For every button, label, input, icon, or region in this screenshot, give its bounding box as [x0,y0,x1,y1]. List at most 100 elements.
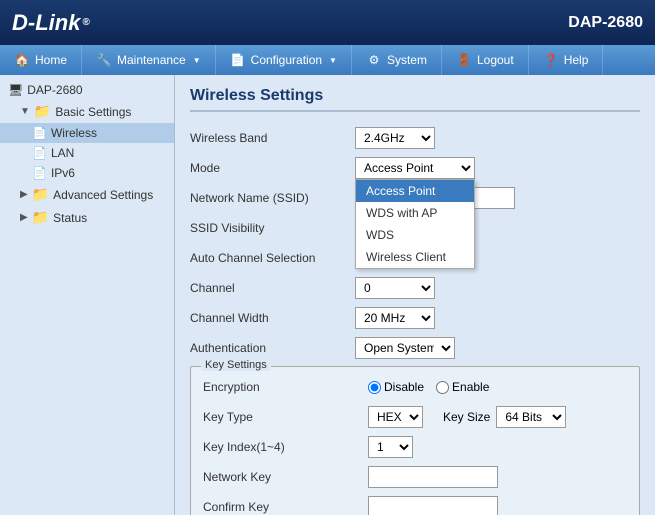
encryption-disable-radio[interactable] [368,381,381,394]
maintenance-icon: 🔧 [96,52,112,68]
key-index-label: Key Index(1~4) [203,440,368,454]
channel-width-control: 20 MHz 40 MHz [355,307,640,329]
help-icon: ❓ [543,52,559,68]
page-icon: 📄 [32,166,47,180]
folder-icon: 📁 [34,103,51,120]
encryption-control: Disable Enable [368,380,627,394]
network-key-label: Network Key [203,470,368,484]
key-size-group: Key Size 64 Bits 128 Bits [443,406,566,428]
sidebar-item-root[interactable]: 🖥 DAP-2680 [0,80,174,100]
sidebar-item-ipv6[interactable]: 📄 IPv6 [0,163,174,183]
nav-help[interactable]: ❓ Help [529,45,604,75]
key-type-label: Key Type [203,410,368,424]
encryption-row: Encryption Disable Enable [203,375,627,399]
network-key-control [368,466,627,488]
encryption-disable-label: Disable [384,380,424,394]
channel-label: Channel [190,281,355,295]
encryption-disable-option[interactable]: Disable [368,380,424,394]
key-settings-box: Key Settings Encryption Disable Enable [190,366,640,515]
authentication-row: Authentication Open System WEP WPA-Perso… [190,336,640,360]
confirm-key-control [368,496,627,515]
authentication-control: Open System WEP WPA-Personal WPA-Enterpr… [355,337,640,359]
key-size-label: Key Size [443,410,490,424]
mode-dropdown-overlay: Access Point WDS with AP WDS Wireless Cl… [355,179,475,269]
computer-icon: 🖥 [8,83,23,97]
dlink-logo: D-Link® [12,10,90,36]
wireless-band-control: 2.4GHz 5GHz [355,127,640,149]
nav-help-label: Help [564,53,589,67]
navbar: 🏠 Home 🔧 Maintenance ▼ 📄 Configuration ▼… [0,45,655,75]
expand-icon: ▶ [20,189,28,200]
sidebar-root-label: DAP-2680 [27,83,82,97]
auto-channel-label: Auto Channel Selection [190,251,355,265]
encryption-label: Encryption [203,380,368,394]
ssid-label: Network Name (SSID) [190,191,355,205]
authentication-label: Authentication [190,341,355,355]
key-index-select[interactable]: 1234 [368,436,413,458]
wireless-band-select[interactable]: 2.4GHz 5GHz [355,127,435,149]
nav-logout-label: Logout [477,53,514,67]
network-key-input[interactable] [368,466,498,488]
key-size-select[interactable]: 64 Bits 128 Bits [496,406,566,428]
nav-configuration[interactable]: 📄 Configuration ▼ [216,45,352,75]
folder-icon: 📁 [32,209,49,226]
confirm-key-label: Confirm Key [203,500,368,514]
home-icon: 🏠 [14,52,30,68]
sidebar: 🖥 DAP-2680 ▼ 📁 Basic Settings 📄 Wireless… [0,75,175,515]
header: D-Link® DAP-2680 [0,0,655,45]
channel-width-label: Channel Width [190,311,355,325]
mode-option-access-point[interactable]: Access Point [356,180,474,202]
confirm-key-row: Confirm Key [203,495,627,515]
mode-row: Mode Access Point WDS with AP WDS Wirele… [190,156,640,180]
expand-icon: ▼ [20,106,30,117]
sidebar-status-label: Status [53,211,87,225]
channel-select[interactable]: 0 1234 5678 91011 [355,277,435,299]
maintenance-arrow-icon: ▼ [193,56,201,65]
channel-width-select[interactable]: 20 MHz 40 MHz [355,307,435,329]
key-index-row: Key Index(1~4) 1234 [203,435,627,459]
sidebar-item-advanced-settings[interactable]: ▶ 📁 Advanced Settings [0,183,174,206]
nav-maintenance[interactable]: 🔧 Maintenance ▼ [82,45,216,75]
configuration-arrow-icon: ▼ [329,56,337,65]
configuration-icon: 📄 [230,52,246,68]
page-title: Wireless Settings [190,87,640,112]
wireless-band-row: Wireless Band 2.4GHz 5GHz [190,126,640,150]
sidebar-lan-label: LAN [51,146,74,160]
logo-registered: ® [82,17,89,28]
nav-logout[interactable]: 🚪 Logout [442,45,529,75]
key-index-control: 1234 [368,436,627,458]
mode-select-wrapper: Access Point WDS with AP WDS Wireless Cl… [355,157,475,179]
model-number: DAP-2680 [568,14,643,32]
sidebar-item-basic-settings[interactable]: ▼ 📁 Basic Settings [0,100,174,123]
nav-system-label: System [387,53,427,67]
logo-text: D-Link [12,10,80,36]
nav-home[interactable]: 🏠 Home [0,45,82,75]
mode-label: Mode [190,161,355,175]
nav-home-label: Home [35,53,67,67]
encryption-enable-option[interactable]: Enable [436,380,489,394]
content-area: Wireless Settings Wireless Band 2.4GHz 5… [175,75,655,515]
key-type-select[interactable]: HEX ASCII [368,406,423,428]
network-key-row: Network Key [203,465,627,489]
main-layout: 🖥 DAP-2680 ▼ 📁 Basic Settings 📄 Wireless… [0,75,655,515]
sidebar-advanced-settings-label: Advanced Settings [53,188,153,202]
nav-configuration-label: Configuration [251,53,322,67]
ssid-visibility-label: SSID Visibility [190,221,355,235]
wireless-band-label: Wireless Band [190,131,355,145]
mode-option-wds[interactable]: WDS [356,224,474,246]
encryption-enable-radio[interactable] [436,381,449,394]
sidebar-item-lan[interactable]: 📄 LAN [0,143,174,163]
mode-option-wireless-client[interactable]: Wireless Client [356,246,474,268]
confirm-key-input[interactable] [368,496,498,515]
encryption-enable-label: Enable [452,380,489,394]
mode-select[interactable]: Access Point WDS with AP WDS Wireless Cl… [355,157,475,179]
authentication-select[interactable]: Open System WEP WPA-Personal WPA-Enterpr… [355,337,455,359]
sidebar-basic-settings-label: Basic Settings [55,105,131,119]
sidebar-item-wireless[interactable]: 📄 Wireless [0,123,174,143]
folder-icon: 📁 [32,186,49,203]
mode-option-wds-ap[interactable]: WDS with AP [356,202,474,224]
nav-system[interactable]: ⚙ System [352,45,442,75]
sidebar-wireless-label: Wireless [51,126,97,140]
sidebar-item-status[interactable]: ▶ 📁 Status [0,206,174,229]
channel-row: Channel 0 1234 5678 91011 [190,276,640,300]
